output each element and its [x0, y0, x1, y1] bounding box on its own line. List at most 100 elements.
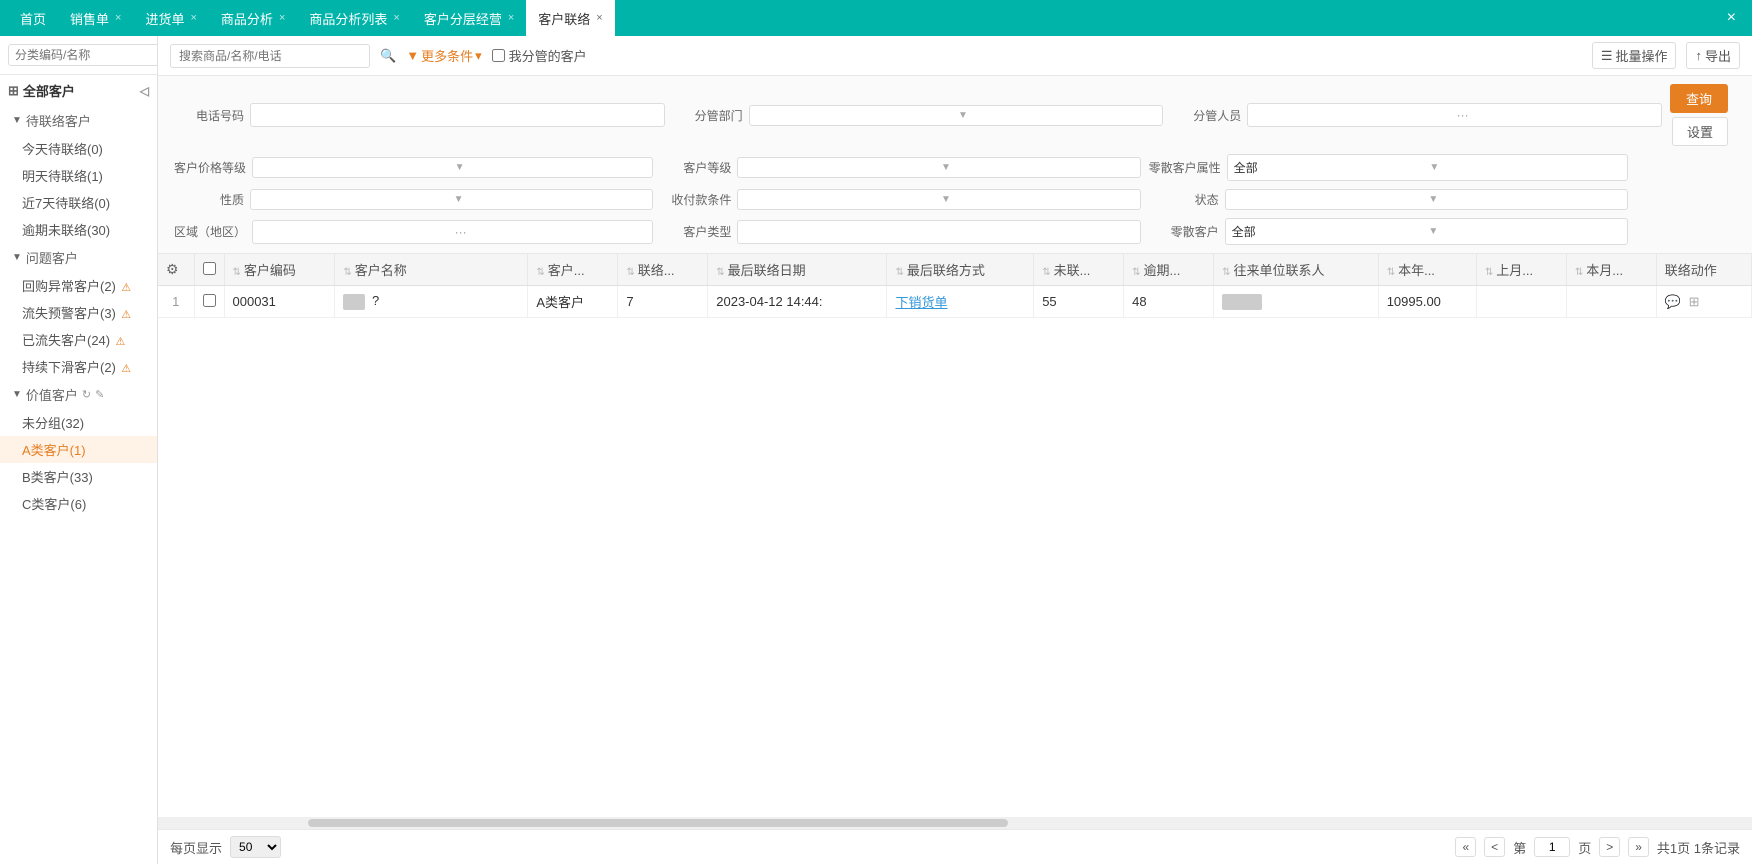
filter-dept: 分管部门 ▼: [673, 105, 1164, 126]
sidebar-item-today[interactable]: 今天待联络(0): [0, 135, 157, 162]
nav-home[interactable]: 首页: [8, 0, 58, 36]
close-customer-contact-icon[interactable]: ×: [596, 12, 602, 24]
dept-select[interactable]: ▼: [749, 105, 1164, 126]
nav-product-analysis-list[interactable]: 商品分析列表 ×: [297, 0, 411, 36]
payment-select[interactable]: ▼: [737, 189, 1140, 210]
arrow-down-icon3: ▼: [12, 389, 22, 400]
row-actions-cell: 💬 ⊞: [1656, 286, 1751, 318]
row-last-month: [1476, 286, 1566, 318]
region-dots[interactable]: ···: [455, 225, 647, 239]
chevron-down-icon8: ▼: [1428, 226, 1621, 237]
nav-purchase[interactable]: 进货单 ×: [133, 0, 208, 36]
per-page-select[interactable]: 50 100 200: [230, 836, 281, 858]
per-page-label: 每页显示: [170, 838, 222, 857]
sidebar-item-tomorrow[interactable]: 明天待联络(1): [0, 162, 157, 189]
row-num: 1: [158, 286, 194, 318]
first-page-btn[interactable]: «: [1455, 837, 1476, 857]
filter-payment: 收付款条件 ▼: [661, 189, 1140, 210]
nav-product-analysis[interactable]: 商品分析 ×: [209, 0, 297, 36]
sidebar-collapse-btn[interactable]: ◁: [140, 84, 149, 98]
filter-search-input[interactable]: [170, 44, 370, 68]
nav-customer-contact[interactable]: 客户联络 ×: [526, 0, 614, 36]
group-problem-customers[interactable]: ▼ 问题客户: [0, 243, 157, 272]
gear-icon[interactable]: ⚙: [166, 261, 179, 277]
nav-sales[interactable]: 销售单 ×: [58, 0, 133, 36]
sidebar-item-b-class[interactable]: B类客户(33): [0, 463, 157, 490]
close-customer-segment-icon[interactable]: ×: [508, 12, 514, 24]
row-lastdate: 2023-04-12 14:44:: [708, 286, 887, 318]
sidebar-item-declining[interactable]: 持续下滑客户(2) ⚠: [0, 353, 157, 380]
my-customers-checkbox[interactable]: 我分管的客户: [492, 46, 587, 65]
retail-attr-label: 零散客户属性: [1149, 159, 1221, 176]
filter-cust-level: 客户等级 ▼: [661, 157, 1140, 178]
sidebar-item-c-class[interactable]: C类客户(6): [0, 490, 157, 517]
price-level-select[interactable]: ▼: [252, 157, 653, 178]
close-product-analysis-icon[interactable]: ×: [279, 12, 285, 24]
region-select[interactable]: ···: [252, 220, 653, 244]
chevron-down-icon7: ▼: [1428, 194, 1621, 205]
close-purchase-icon[interactable]: ×: [190, 12, 196, 24]
chevron-down-icon: ▼: [958, 110, 1156, 121]
scrollbar-thumb[interactable]: [308, 819, 1008, 827]
group-value-customers[interactable]: ▼ 价值客户 ↻ ✎: [0, 380, 157, 409]
sidebar-search-input[interactable]: [8, 44, 158, 66]
retail-cust-select[interactable]: 全部 ▼: [1225, 218, 1628, 245]
main-layout: 🔍 ⊞ 全部客户 ◁ ▼ 待联络客户 今天待联络(0) 明天待联络(1) 近7天…: [0, 36, 1752, 864]
sidebar-item-a-class[interactable]: A类客户(1): [0, 436, 157, 463]
query-btn[interactable]: 查询: [1670, 84, 1728, 113]
select-all-checkbox[interactable]: [203, 262, 216, 275]
status-select[interactable]: ▼: [1225, 189, 1628, 210]
col-code: ⇅客户编码: [224, 254, 335, 286]
manager-select[interactable]: ···: [1247, 103, 1662, 127]
filter-search-icon[interactable]: 🔍: [380, 48, 396, 64]
total-label: 共1页 1条记录: [1657, 838, 1740, 857]
col-last-month: ⇅上月...: [1476, 254, 1566, 286]
sidebar-item-churned[interactable]: 已流失客户(24) ⚠: [0, 326, 157, 353]
retail-attr-select[interactable]: 全部 ▼: [1227, 154, 1628, 181]
sidebar-item-ungrouped[interactable]: 未分组(32): [0, 409, 157, 436]
col-company-contact: ⇅往来单位联系人: [1214, 254, 1379, 286]
filter-status: 状态 ▼: [1149, 189, 1628, 210]
sidebar-item-7days[interactable]: 近7天待联络(0): [0, 189, 157, 216]
row-checkbox[interactable]: [203, 294, 216, 307]
refresh-icon[interactable]: ↻: [82, 388, 91, 401]
phone-input[interactable]: [250, 103, 665, 127]
filter-price-level: 客户价格等级 ▼: [174, 157, 653, 178]
sidebar-item-churn-warning[interactable]: 流失预警客户(3) ⚠: [0, 299, 157, 326]
sidebar-item-repurchase-abnormal[interactable]: 回购异常客户(2) ⚠: [0, 272, 157, 299]
row-this-year: 10995.00: [1378, 286, 1476, 318]
filter-row-1: 电话号码 分管部门 ▼ 分管人员 ···: [174, 84, 1736, 146]
last-page-btn[interactable]: »: [1628, 837, 1649, 857]
export-btn[interactable]: ↑ 导出: [1686, 42, 1740, 69]
top-nav: 首页 销售单 × 进货单 × 商品分析 × 商品分析列表 × 客户分层经营 × …: [0, 0, 1752, 36]
close-sales-icon[interactable]: ×: [115, 12, 121, 24]
edit-icon[interactable]: ✎: [95, 388, 104, 401]
settings-btn[interactable]: 设置: [1672, 117, 1728, 146]
col-lastmethod: ⇅最后联络方式: [887, 254, 1034, 286]
nav-customer-segment[interactable]: 客户分层经营 ×: [412, 0, 526, 36]
action-qr-icon[interactable]: ⊞: [1689, 294, 1700, 309]
close-product-analysis-list-icon[interactable]: ×: [393, 12, 399, 24]
more-conditions-btn[interactable]: ▼ 更多条件 ▾: [406, 46, 481, 65]
sidebar-item-overdue[interactable]: 逾期未联络(30): [0, 216, 157, 243]
filter-nature: 性质 ▼: [174, 189, 653, 210]
group-pending-contact[interactable]: ▼ 待联络客户: [0, 106, 157, 135]
action-msg-icon[interactable]: 💬: [1665, 294, 1681, 309]
prev-page-btn[interactable]: <: [1484, 837, 1505, 857]
next-page-btn[interactable]: >: [1599, 837, 1620, 857]
my-customers-check[interactable]: [492, 49, 505, 62]
page-input[interactable]: [1534, 837, 1570, 857]
table-container: ⚙ ⇅客户编码 ⇅客户名称 ⇅客户... ⇅联络... ⇅最后联络日期 ⇅最后联…: [158, 254, 1752, 817]
page-label: 第: [1513, 838, 1526, 857]
last-method-link[interactable]: 下销货单: [895, 295, 947, 310]
cust-level-select[interactable]: ▼: [737, 157, 1140, 178]
manager-dots[interactable]: ···: [1457, 108, 1655, 122]
chevron-down-icon6: ▼: [941, 194, 1134, 205]
cust-type-input[interactable]: [737, 220, 1140, 244]
name-avatar: [343, 294, 365, 310]
all-customers-header[interactable]: ⊞ 全部客户 ◁: [0, 75, 157, 106]
nature-select[interactable]: ▼: [250, 189, 653, 210]
batch-op-btn[interactable]: ☰ 批量操作: [1592, 42, 1677, 69]
export-icon: ↑: [1695, 48, 1702, 63]
close-all-button[interactable]: ×: [1719, 9, 1744, 27]
